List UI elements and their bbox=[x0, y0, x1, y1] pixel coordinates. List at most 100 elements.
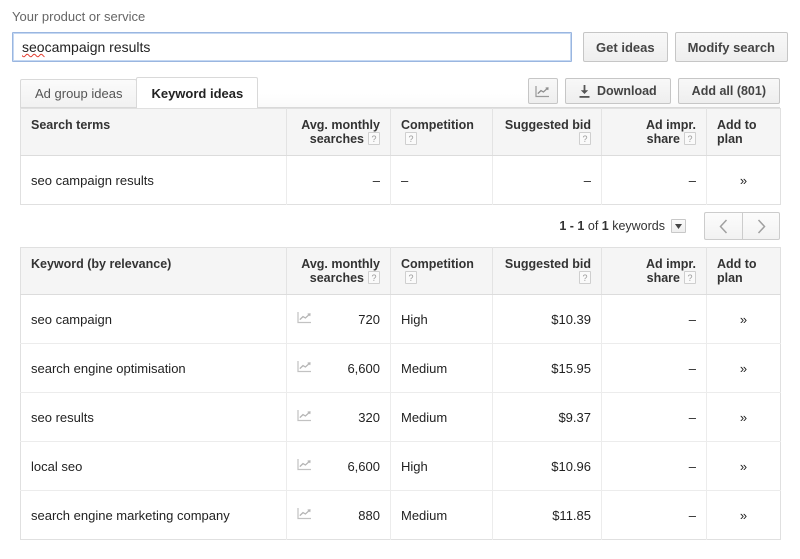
col-label: Suggested bid bbox=[504, 118, 591, 132]
add-to-plan-button[interactable]: » bbox=[706, 392, 781, 442]
cell-ad-impr-share: – bbox=[601, 294, 707, 344]
cell-avg-monthly-searches: – bbox=[286, 155, 391, 205]
add-all-button[interactable]: Add all (801) bbox=[677, 78, 780, 104]
col-header-search-terms[interactable]: Search terms bbox=[20, 108, 287, 156]
cell-competition: Medium bbox=[390, 490, 493, 540]
help-icon[interactable]: ? bbox=[405, 132, 417, 145]
tab-actions: Download Add all (801) bbox=[527, 78, 780, 107]
col-label: Competition bbox=[401, 118, 474, 132]
help-icon[interactable]: ? bbox=[684, 132, 696, 145]
search-area: Your product or service seo campaign res… bbox=[0, 0, 800, 62]
help-icon[interactable]: ? bbox=[368, 271, 380, 284]
cell-suggested-bid: $15.95 bbox=[492, 343, 602, 393]
sparkline-button[interactable] bbox=[297, 458, 312, 474]
col-label: Add to plan bbox=[717, 257, 757, 285]
pagination-total: 1 bbox=[601, 219, 609, 233]
help-icon[interactable]: ? bbox=[684, 271, 696, 284]
pagination-prev-button[interactable] bbox=[704, 212, 742, 240]
col-header-ad-impr-share[interactable]: Ad impr. share? bbox=[601, 108, 707, 156]
avg-searches-value: 6,600 bbox=[347, 360, 380, 376]
table-row: search engine optimisation 6,600 Medium $15… bbox=[20, 343, 781, 393]
table-row: local seo 6,600 High $10.96–» bbox=[20, 441, 781, 491]
sparkline-button[interactable] bbox=[297, 409, 312, 425]
search-input-misspelled-word: seo bbox=[22, 39, 45, 55]
chart-toggle-button[interactable] bbox=[527, 78, 558, 104]
cell-keyword: local seo bbox=[20, 441, 287, 491]
keyword-ideas-header-row: Keyword (by relevance) Avg. monthly sear… bbox=[20, 247, 781, 295]
sparkline-button[interactable] bbox=[297, 311, 312, 327]
sparkline-button[interactable] bbox=[297, 360, 312, 376]
cell-ad-impr-share: – bbox=[601, 343, 707, 393]
avg-searches-value: 720 bbox=[358, 311, 380, 327]
add-to-plan-button[interactable]: » bbox=[706, 343, 781, 393]
col-header-suggested-bid[interactable]: Suggested bid? bbox=[492, 247, 602, 295]
tab-ad-group-ideas[interactable]: Ad group ideas bbox=[20, 79, 138, 107]
sparkline-button[interactable] bbox=[297, 507, 312, 523]
cell-keyword: search engine marketing company bbox=[20, 490, 287, 540]
col-header-keyword[interactable]: Keyword (by relevance) bbox=[20, 247, 287, 295]
col-header-add-to-plan[interactable]: Add to plan bbox=[706, 247, 781, 295]
col-header-avg-monthly-searches[interactable]: Avg. monthly searches? bbox=[286, 247, 391, 295]
pagination-bar: 1 - 1 of 1 keywords bbox=[20, 205, 780, 247]
download-button[interactable]: Download bbox=[564, 78, 671, 104]
tabstrip: Ad group ideas Keyword ideas Download Ad… bbox=[20, 74, 780, 108]
line-chart-icon bbox=[297, 410, 311, 422]
cell-suggested-bid: $10.39 bbox=[492, 294, 602, 344]
pagination-next-button[interactable] bbox=[742, 212, 780, 240]
tab-keyword-ideas[interactable]: Keyword ideas bbox=[136, 77, 259, 108]
cell-competition: High bbox=[390, 294, 493, 344]
search-row: seo campaign results Get ideas Modify se… bbox=[12, 32, 788, 62]
cell-suggested-bid: $10.96 bbox=[492, 441, 602, 491]
col-label: Keyword (by relevance) bbox=[31, 257, 172, 271]
help-icon[interactable]: ? bbox=[368, 132, 380, 145]
cell-ad-impr-share: – bbox=[601, 155, 707, 205]
col-header-ad-impr-share[interactable]: Ad impr. share? bbox=[601, 247, 707, 295]
col-header-competition[interactable]: Competition? bbox=[390, 247, 493, 295]
table-row: seo results 320 Medium $9.37–» bbox=[20, 392, 781, 442]
pagination-dropdown[interactable] bbox=[671, 219, 686, 233]
cell-suggested-bid: $9.37 bbox=[492, 392, 602, 442]
cell-avg-monthly-searches: 720 bbox=[286, 294, 391, 344]
col-header-avg-monthly-searches[interactable]: Avg. monthly searches? bbox=[286, 108, 391, 156]
avg-searches-value: 6,600 bbox=[347, 458, 380, 474]
help-icon[interactable]: ? bbox=[579, 132, 591, 145]
get-ideas-button[interactable]: Get ideas bbox=[583, 32, 668, 62]
search-field-label: Your product or service bbox=[12, 9, 146, 24]
search-input-rest: campaign results bbox=[44, 39, 151, 55]
add-to-plan-button[interactable]: » bbox=[706, 441, 781, 491]
table-row: seo campaign 720 High $10.39–» bbox=[20, 294, 781, 344]
cell-competition: – bbox=[390, 155, 493, 205]
add-to-plan-button[interactable]: » bbox=[706, 155, 781, 205]
pagination-range: 1 - 1 bbox=[559, 219, 585, 233]
cell-suggested-bid: $11.85 bbox=[492, 490, 602, 540]
col-label: Competition bbox=[401, 257, 474, 271]
help-icon[interactable]: ? bbox=[579, 271, 591, 284]
col-header-suggested-bid[interactable]: Suggested bid? bbox=[492, 108, 602, 156]
cell-search-term: seo campaign results bbox=[20, 155, 287, 205]
cell-avg-monthly-searches: 880 bbox=[286, 490, 391, 540]
search-terms-header-row: Search terms Avg. monthly searches? Comp… bbox=[20, 108, 781, 156]
cell-ad-impr-share: – bbox=[601, 441, 707, 491]
download-label: Download bbox=[596, 84, 657, 98]
line-chart-icon bbox=[297, 459, 311, 471]
line-chart-icon bbox=[297, 361, 311, 373]
download-icon bbox=[579, 84, 590, 98]
avg-searches-value: 880 bbox=[358, 507, 380, 523]
cell-competition: Medium bbox=[390, 392, 493, 442]
col-header-add-to-plan[interactable]: Add to plan bbox=[706, 108, 781, 156]
modify-search-button[interactable]: Modify search bbox=[674, 32, 788, 62]
chevron-left-icon bbox=[719, 218, 728, 234]
add-to-plan-button[interactable]: » bbox=[706, 490, 781, 540]
col-label: Search terms bbox=[31, 118, 111, 132]
avg-searches-value: 320 bbox=[358, 409, 380, 425]
search-input[interactable]: seo campaign results bbox=[12, 32, 573, 62]
cell-keyword: seo results bbox=[20, 392, 287, 442]
keyword-ideas-body: seo campaign 720 High $10.39–» search engine… bbox=[20, 294, 781, 540]
col-header-competition[interactable]: Competition? bbox=[390, 108, 493, 156]
add-to-plan-button[interactable]: » bbox=[706, 294, 781, 344]
keyword-ideas-table: Keyword (by relevance) Avg. monthly sear… bbox=[20, 247, 781, 540]
cell-avg-monthly-searches: 320 bbox=[286, 392, 391, 442]
help-icon[interactable]: ? bbox=[405, 271, 417, 284]
table-row: search engine marketing company 880 Medium… bbox=[20, 490, 781, 540]
cell-suggested-bid: – bbox=[492, 155, 602, 205]
